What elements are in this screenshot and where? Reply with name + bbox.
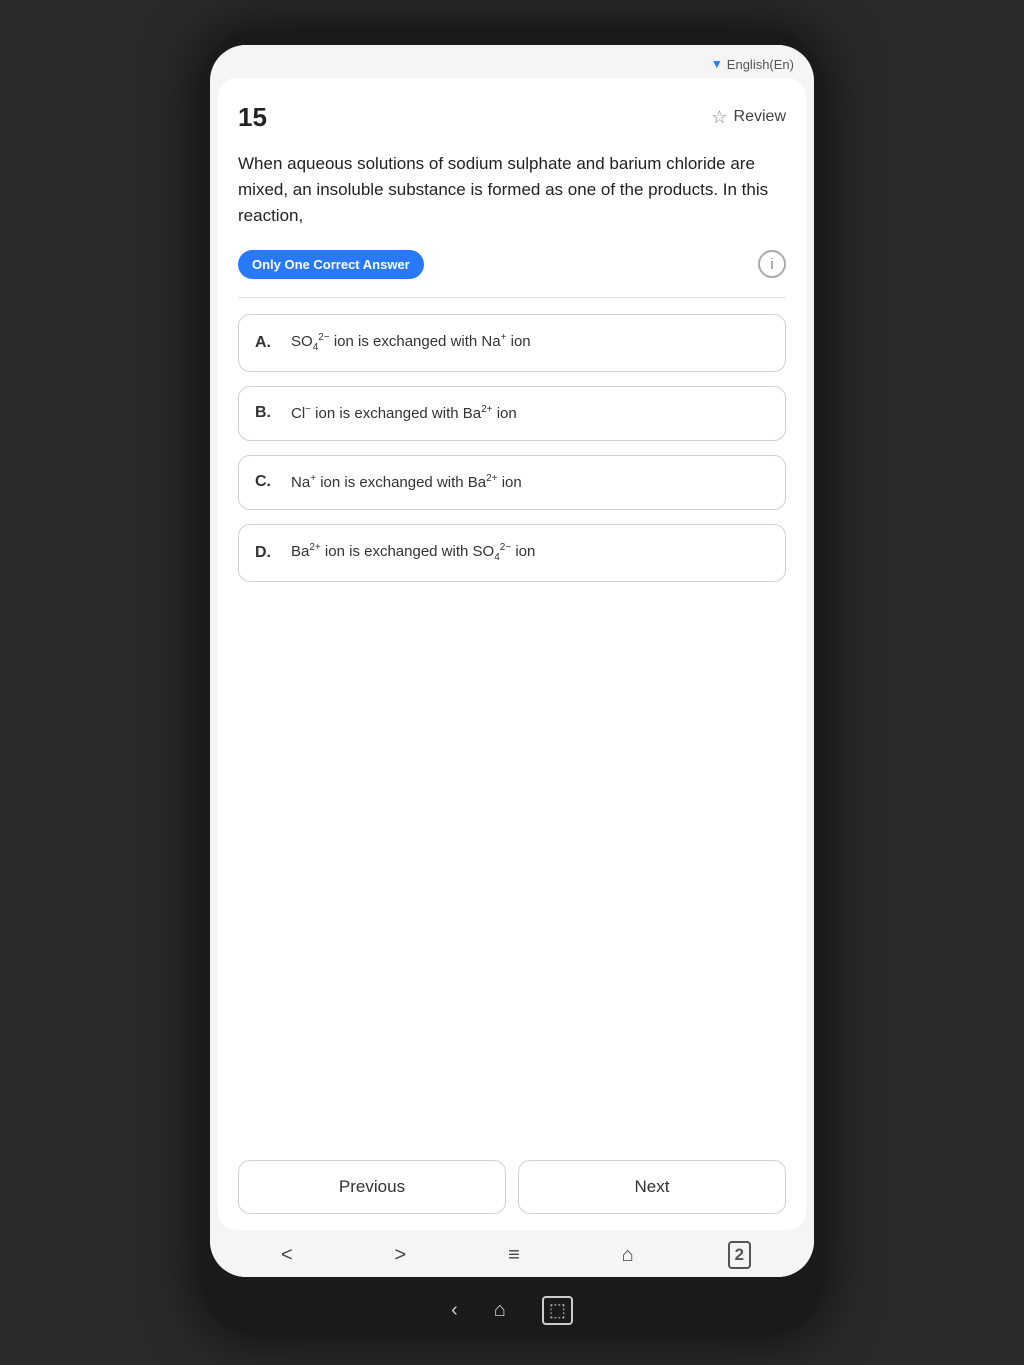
- question-number: 15: [238, 102, 267, 133]
- android-home-icon[interactable]: ⌂: [494, 1299, 506, 1322]
- option-c-text: Na+ ion is exchanged with Ba2+ ion: [291, 472, 522, 493]
- system-nav: < > ≡ ⌂ 2: [210, 1230, 814, 1277]
- home-nav-icon[interactable]: ⌂: [614, 1240, 642, 1271]
- star-icon: ☆: [711, 107, 727, 128]
- question-text: When aqueous solutions of sodium sulphat…: [238, 151, 786, 230]
- android-recent-icon[interactable]: ⬚: [542, 1296, 573, 1325]
- option-c[interactable]: C. Na+ ion is exchanged with Ba2+ ion: [238, 455, 786, 510]
- forward-nav-icon[interactable]: >: [387, 1240, 415, 1271]
- top-bar: ▼ English(En): [210, 45, 814, 78]
- option-a-text: SO42− ion is exchanged with Na+ ion: [291, 331, 531, 355]
- android-back-icon[interactable]: ‹: [451, 1299, 458, 1322]
- option-a-label: A.: [255, 334, 277, 352]
- option-d-label: D.: [255, 544, 277, 562]
- phone-screen: ▼ English(En) 15 ☆ Review When aqueous s…: [210, 45, 814, 1277]
- android-navbar: ‹ ⌂ ⬚: [202, 1289, 822, 1333]
- review-button[interactable]: ☆ Review: [711, 107, 786, 128]
- nav-buttons: Previous Next: [238, 1160, 786, 1214]
- review-label: Review: [734, 108, 786, 126]
- content-area: 15 ☆ Review When aqueous solutions of so…: [218, 78, 806, 1230]
- previous-button[interactable]: Previous: [238, 1160, 506, 1214]
- option-d-text: Ba2+ ion is exchanged with SO42− ion: [291, 541, 535, 565]
- option-d[interactable]: D. Ba2+ ion is exchanged with SO42− ion: [238, 524, 786, 582]
- back-nav-icon[interactable]: <: [273, 1240, 301, 1271]
- answer-type-badge: Only One Correct Answer: [238, 250, 424, 279]
- option-a[interactable]: A. SO42− ion is exchanged with Na+ ion: [238, 314, 786, 372]
- question-header: 15 ☆ Review: [238, 102, 786, 133]
- option-b[interactable]: B. Cl− ion is exchanged with Ba2+ ion: [238, 386, 786, 441]
- option-b-label: B.: [255, 404, 277, 422]
- language-indicator: ▼ English(En): [711, 57, 794, 72]
- divider: [238, 297, 786, 298]
- answer-type-row: Only One Correct Answer i: [238, 250, 786, 279]
- language-text: English(En): [727, 57, 794, 72]
- option-c-label: C.: [255, 473, 277, 491]
- info-icon[interactable]: i: [758, 250, 786, 278]
- phone-frame: ▼ English(En) 15 ☆ Review When aqueous s…: [202, 33, 822, 1333]
- recent-nav-icon[interactable]: 2: [728, 1241, 751, 1269]
- options-list: A. SO42− ion is exchanged with Na+ ion B…: [238, 314, 786, 1140]
- next-button[interactable]: Next: [518, 1160, 786, 1214]
- menu-nav-icon[interactable]: ≡: [500, 1240, 528, 1271]
- option-b-text: Cl− ion is exchanged with Ba2+ ion: [291, 403, 517, 424]
